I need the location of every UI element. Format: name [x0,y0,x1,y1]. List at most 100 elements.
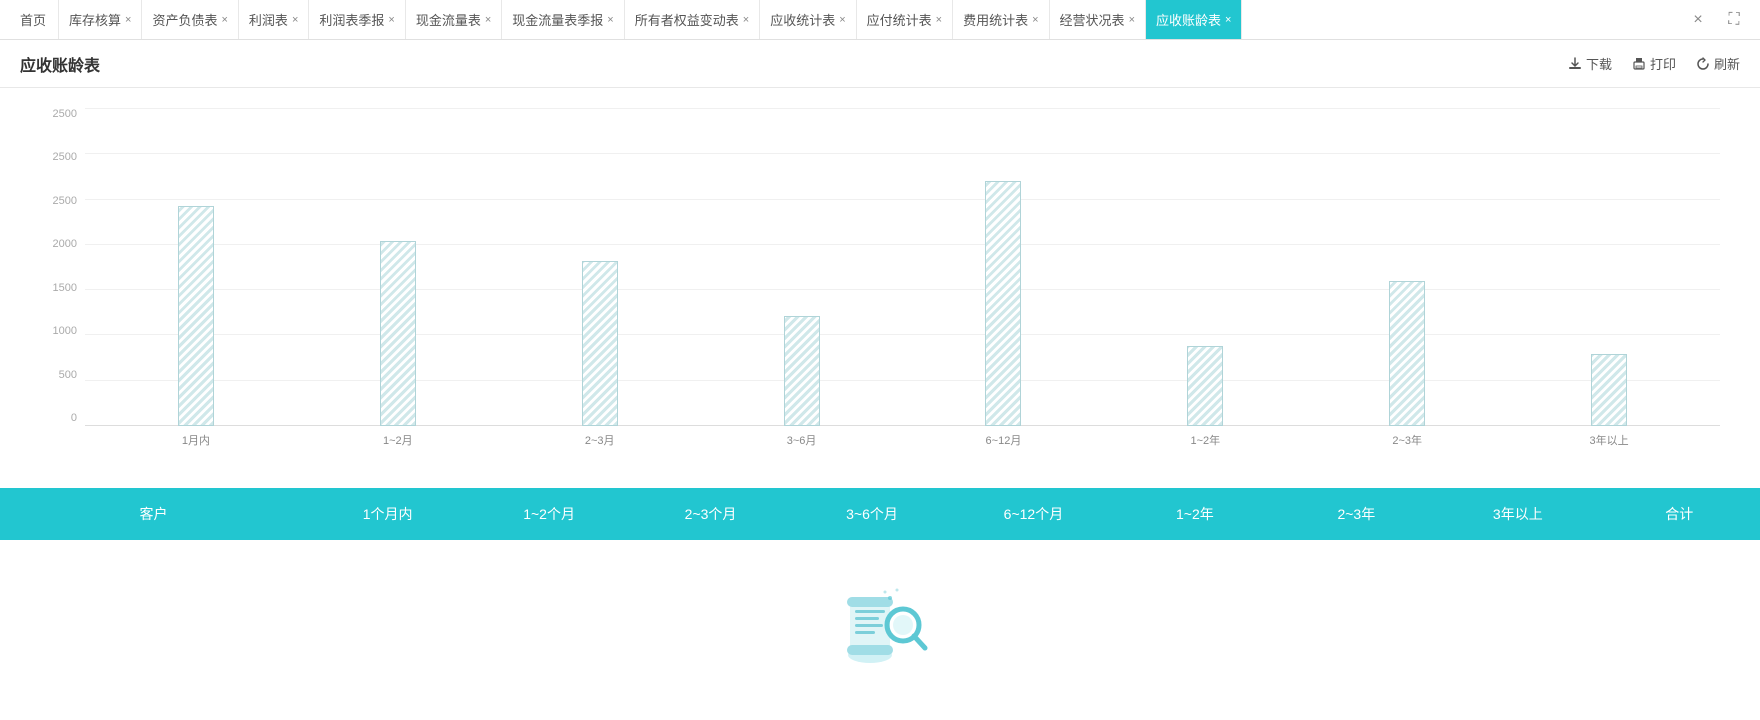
y-label-2500-3: 2500 [53,195,77,207]
th-1-2year: 1~2年 [1114,504,1275,524]
tab-cashflow-quarter[interactable]: 现金流量表季报 × [502,0,624,40]
chart-inner: 1月内 1~2月 2~3月 3~6月 6~12月 1~2年 2~3年 3年以上 [85,108,1720,448]
bar-group-1month [178,206,214,426]
x-label-3plus: 3年以上 [1579,432,1639,448]
th-1-2month: 1~2个月 [468,504,629,524]
table-header: 客户 1个月内 1~2个月 2~3个月 3~6个月 6~12个月 1~2年 2~… [0,488,1760,540]
bar-1month[interactable] [178,206,214,426]
tab-profit-quarter-close[interactable]: × [388,14,394,26]
window-controls: × ⛶ [1684,6,1752,34]
bar-1-2year[interactable] [1187,346,1223,426]
tab-profit-quarter[interactable]: 利润表季报 × [309,0,405,40]
tab-equity[interactable]: 所有者权益变动表 × [625,0,760,40]
bar-group-3plus [1591,354,1627,426]
y-label-0: 0 [71,412,77,424]
tab-cashflow-close[interactable]: × [485,14,491,26]
refresh-button[interactable]: 刷新 [1696,54,1740,73]
chart-area: 2500 2500 2500 2000 1500 1000 500 0 [0,88,1760,488]
tab-balance-label: 资产负债表 [152,10,217,29]
x-label-6-12month: 6~12月 [973,432,1033,448]
th-6-12month: 6~12个月 [953,504,1114,524]
empty-state [0,540,1760,690]
page-header: 应收账龄表 下载 打印 刷新 [0,40,1760,88]
download-button[interactable]: 下载 [1568,54,1612,73]
th-customer: 客户 [0,504,307,524]
tab-expense-stat-close[interactable]: × [1032,14,1038,26]
bar-group-2-3year [1389,281,1425,426]
print-icon [1632,57,1646,71]
bar-group-3-6month [784,316,820,426]
tab-balance-close[interactable]: × [221,14,227,26]
tab-profit-quarter-label: 利润表季报 [319,10,384,29]
y-axis: 2500 2500 2500 2000 1500 1000 500 0 [40,108,85,448]
bar-group-1-2year [1187,346,1223,426]
page-title: 应收账龄表 [20,52,100,76]
tab-ar-stat-label: 应收统计表 [770,10,835,29]
bar-chart: 2500 2500 2500 2000 1500 1000 500 0 [40,108,1720,448]
close-window-button[interactable]: × [1684,6,1712,34]
x-label-1month: 1月内 [166,432,226,448]
chart-plot [85,108,1720,426]
y-label-1000: 1000 [53,325,77,337]
download-icon [1568,57,1582,71]
y-label-500: 500 [59,369,77,381]
tab-home[interactable]: 首页 [8,0,59,40]
tab-ap-stat[interactable]: 应付统计表 × [857,0,953,40]
y-label-2500-2: 2500 [53,151,77,163]
tab-inventory-label: 库存核算 [69,10,121,29]
tab-ar-aging-close[interactable]: × [1225,14,1231,26]
tab-cashflow-quarter-label: 现金流量表季报 [512,10,603,29]
x-label-2-3year: 2~3年 [1377,432,1437,448]
bar-1-2month[interactable] [380,241,416,426]
th-total: 合计 [1599,504,1760,524]
tab-profit[interactable]: 利润表 × [239,0,309,40]
tab-operation[interactable]: 经营状况表 × [1050,0,1146,40]
tab-ap-stat-close[interactable]: × [936,14,942,26]
bar-3-6month[interactable] [784,316,820,426]
tab-profit-label: 利润表 [249,10,288,29]
tab-operation-close[interactable]: × [1129,14,1135,26]
tab-equity-close[interactable]: × [743,14,749,26]
y-label-2500-top: 2500 [53,108,77,120]
x-labels: 1月内 1~2月 2~3月 3~6月 6~12月 1~2年 2~3年 3年以上 [85,426,1720,448]
tab-home-label: 首页 [20,10,46,29]
y-label-1500: 1500 [53,282,77,294]
x-label-3-6month: 3~6月 [772,432,832,448]
tab-cashflow-label: 现金流量表 [416,10,481,29]
bar-group-6-12month [985,181,1021,426]
tab-expense-stat[interactable]: 费用统计表 × [953,0,1049,40]
tab-ap-stat-label: 应付统计表 [867,10,932,29]
x-label-2-3month: 2~3月 [570,432,630,448]
th-1month: 1个月内 [307,504,468,524]
tab-cashflow-quarter-close[interactable]: × [607,14,613,26]
tab-equity-label: 所有者权益变动表 [635,10,739,29]
tab-ar-stat-close[interactable]: × [839,14,845,26]
tab-profit-close[interactable]: × [292,14,298,26]
th-2-3year: 2~3年 [1276,504,1437,524]
th-3-6month: 3~6个月 [791,504,952,524]
maximize-window-button[interactable]: ⛶ [1720,6,1748,34]
bar-6-12month[interactable] [985,181,1021,426]
main-content: 2500 2500 2500 2000 1500 1000 500 0 [0,88,1760,720]
bar-group-1-2month [380,241,416,426]
bar-group-2-3month [582,261,618,426]
tab-ar-stat[interactable]: 应收统计表 × [760,0,856,40]
tab-inventory[interactable]: 库存核算 × [59,0,142,40]
tab-bar: 首页 库存核算 × 资产负债表 × 利润表 × 利润表季报 × 现金流量表 × … [0,0,1760,40]
tab-inventory-close[interactable]: × [125,14,131,26]
bars-row [85,108,1720,426]
x-label-1-2month: 1~2月 [368,432,428,448]
page-actions: 下载 打印 刷新 [1568,54,1740,73]
tab-operation-label: 经营状况表 [1060,10,1125,29]
bar-2-3year[interactable] [1389,281,1425,426]
refresh-icon [1696,57,1710,71]
bar-2-3month[interactable] [582,261,618,426]
print-button[interactable]: 打印 [1632,54,1676,73]
tab-cashflow[interactable]: 现金流量表 × [406,0,502,40]
tab-ar-aging[interactable]: 应收账龄表 × [1146,0,1242,40]
empty-state-icon [825,580,935,670]
y-label-2000: 2000 [53,238,77,250]
x-label-1-2year: 1~2年 [1175,432,1235,448]
tab-balance[interactable]: 资产负债表 × [142,0,238,40]
bar-3plus[interactable] [1591,354,1627,426]
